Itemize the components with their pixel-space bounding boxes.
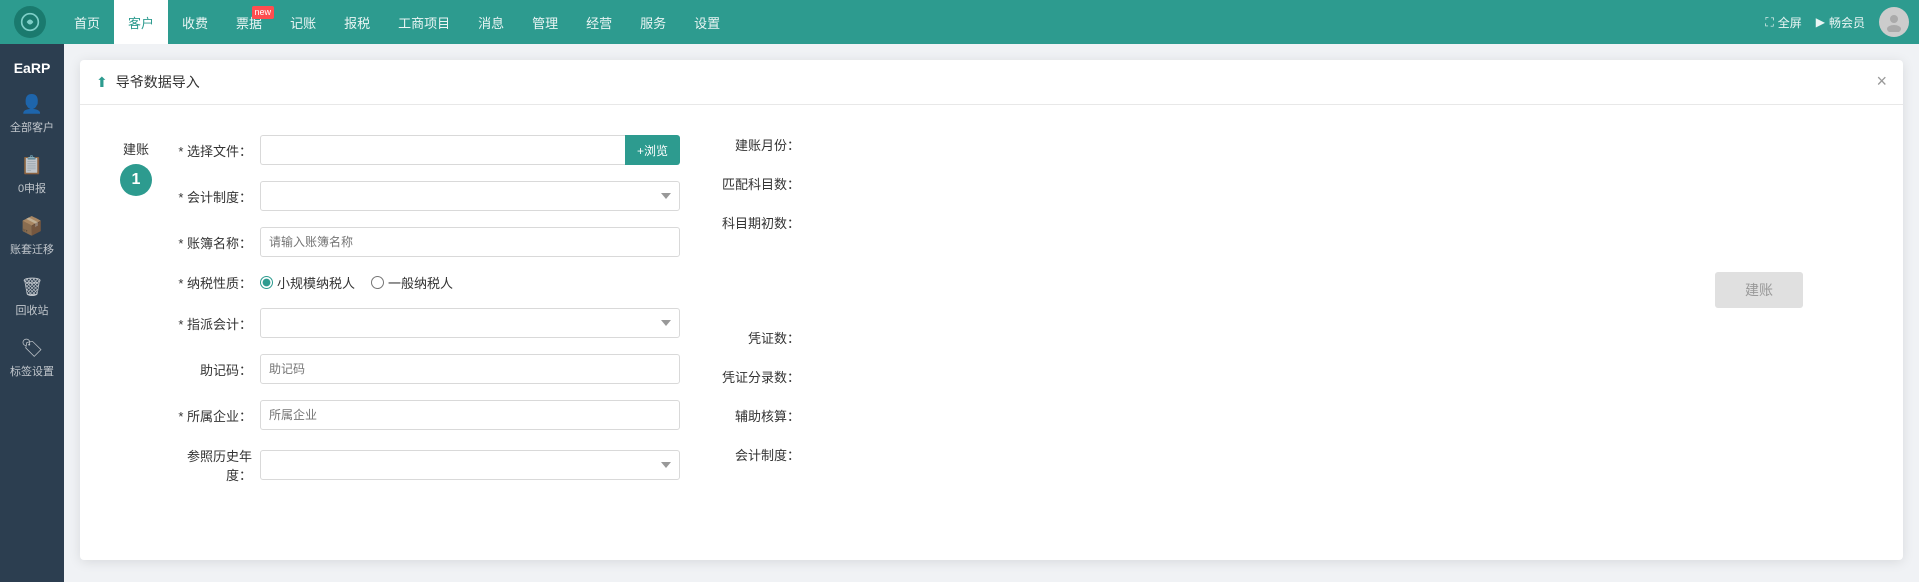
accountant-row: * 指派会计： (172, 308, 680, 338)
dialog-body: 建账 1 * 选择文件： +浏览 (80, 105, 1903, 514)
step-indicator: 建账 1 (120, 135, 152, 484)
accounting-row: * 会计制度： (172, 181, 680, 211)
company-label: * 所属企业： (172, 406, 252, 425)
sidebar-item-recycle-bin[interactable]: 🗑 回收站 (2, 269, 62, 326)
dialog: ⬆ 导爷数据导入 × 建账 1 * 选 (80, 60, 1903, 560)
nav-item-service[interactable]: 服务 (626, 0, 680, 44)
nav-item-operation[interactable]: 经营 (572, 0, 626, 44)
dialog-title: 导爷数据导入 (116, 72, 200, 92)
voucher-records-label: 凭证分录数： (720, 367, 800, 386)
form-section: 建账 1 * 选择文件： +浏览 (120, 135, 680, 484)
nav-item-settings[interactable]: 设置 (680, 0, 734, 44)
auxiliary-row: 辅助核算： (720, 406, 1863, 425)
tax-radio-group: 小规模纳税人 一般纳税人 (260, 273, 453, 292)
close-button[interactable]: × (1876, 72, 1887, 90)
fullscreen-icon: ⛶ (1765, 15, 1773, 30)
logo-circle (14, 6, 46, 38)
ledger-label: * 账簿名称： (172, 233, 252, 252)
logo (10, 2, 50, 42)
auxiliary-label: 辅助核算： (720, 406, 800, 425)
tax-small-option[interactable]: 小规模纳税人 (260, 273, 355, 292)
voucher-label: 凭证数： (720, 328, 800, 347)
match-label: 匹配科目数： (720, 174, 800, 193)
trash-icon: 🗑 (21, 277, 44, 298)
top-nav: 首页 客户 收费 票据 new 记账 报税 工商项目 消息 管理 经营 服务 设… (0, 0, 1919, 44)
tax-row: * 纳税性质： 小规模纳税人 一般纳税人 (172, 273, 680, 292)
nav-right: ⛶ 全屏 ▶ 畅会员 (1765, 7, 1909, 37)
voucher-records-row: 凭证分录数： (720, 367, 1863, 386)
migration-icon: 📦 (21, 216, 43, 237)
month-label: 建账月份： (720, 135, 800, 154)
tax-label: * 纳税性质： (172, 273, 252, 292)
voucher-row: 凭证数： (720, 328, 1863, 347)
import-icon: ⬆ (96, 74, 108, 91)
step-circle: 1 (120, 164, 152, 196)
dialog-header: ⬆ 导爷数据导入 × (80, 60, 1903, 105)
company-input[interactable] (260, 400, 680, 430)
fullscreen-btn[interactable]: ⛶ 全屏 (1765, 14, 1801, 31)
memo-input[interactable] (260, 354, 680, 384)
file-input-group: +浏览 (260, 135, 680, 165)
sidebar-logo-text: EaRP (0, 54, 64, 82)
declaration-icon: 📋 (21, 155, 43, 176)
file-label: * 选择文件： (172, 141, 252, 160)
accounting-select[interactable] (260, 181, 680, 211)
accounting-label: * 会计制度： (172, 187, 252, 206)
nav-item-manage[interactable]: 管理 (518, 0, 572, 44)
nav-item-message[interactable]: 消息 (464, 0, 518, 44)
match-row: 匹配科目数： (720, 174, 1863, 193)
sidebar-item-account-migration[interactable]: 📦 账套迁移 (2, 208, 62, 265)
ledger-row: * 账簿名称： (172, 227, 680, 257)
avatar[interactable] (1879, 7, 1909, 37)
main-content: ⬆ 导爷数据导入 × 建账 1 * 选 (64, 44, 1919, 582)
accounting-system-label: 会计制度： (720, 445, 800, 464)
member-icon: ▶ (1816, 15, 1825, 29)
member-btn[interactable]: ▶ 畅会员 (1816, 14, 1865, 31)
history-row: 参照历史年度： (172, 446, 680, 484)
file-row: * 选择文件： +浏览 (172, 135, 680, 165)
build-account-button[interactable]: 建账 (1715, 272, 1803, 308)
step-label: 建账 (123, 139, 149, 158)
tax-general-option[interactable]: 一般纳税人 (371, 273, 453, 292)
nav-item-fee[interactable]: 收费 (168, 0, 222, 44)
ledger-input[interactable] (260, 227, 680, 257)
nav-item-customer[interactable]: 客户 (114, 0, 168, 44)
user-icon: 👤 (21, 94, 43, 115)
history-select[interactable] (260, 450, 680, 480)
sidebar-item-all-clients[interactable]: 👤 全部客户 (2, 86, 62, 143)
accounting-system-row: 会计制度： (720, 445, 1863, 464)
period-label: 科目期初数： (720, 213, 800, 232)
file-input[interactable] (260, 135, 625, 165)
nav-item-business[interactable]: 工商项目 (384, 0, 464, 44)
nav-items: 首页 客户 收费 票据 new 记账 报税 工商项目 消息 管理 经营 服务 设… (60, 0, 1765, 44)
browse-button[interactable]: +浏览 (625, 135, 680, 165)
sidebar-item-tag-settings[interactable]: 🏷 标签设置 (2, 330, 62, 387)
accountant-label: * 指派会计： (172, 314, 252, 333)
nav-item-bookkeeping[interactable]: 记账 (276, 0, 330, 44)
tax-general-radio[interactable] (371, 276, 384, 289)
nav-item-invoice[interactable]: 票据 new (222, 0, 276, 44)
nav-item-home[interactable]: 首页 (60, 0, 114, 44)
sidebar: EaRP 👤 全部客户 📋 0申报 📦 账套迁移 🗑 回收站 🏷 标签设置 (0, 44, 64, 582)
new-badge: new (252, 6, 275, 19)
memo-label: 助记码： (172, 360, 252, 379)
month-row: 建账月份： (720, 135, 1863, 154)
history-label: 参照历史年度： (172, 446, 252, 484)
tax-small-radio[interactable] (260, 276, 273, 289)
memo-row: 助记码： (172, 354, 680, 384)
accountant-select[interactable] (260, 308, 680, 338)
sidebar-item-zero-declaration[interactable]: 📋 0申报 (2, 147, 62, 204)
tag-icon: 🏷 (21, 338, 44, 359)
nav-item-tax[interactable]: 报税 (330, 0, 384, 44)
info-section: 建账月份： 匹配科目数： 科目期初数： 建账 凭证 (680, 135, 1863, 484)
form-fields: * 选择文件： +浏览 * 会计制度： (172, 135, 680, 484)
period-row: 科目期初数： (720, 213, 1863, 232)
company-row: * 所属企业： (172, 400, 680, 430)
layout: EaRP 👤 全部客户 📋 0申报 📦 账套迁移 🗑 回收站 🏷 标签设置 ⬆ (0, 44, 1919, 582)
